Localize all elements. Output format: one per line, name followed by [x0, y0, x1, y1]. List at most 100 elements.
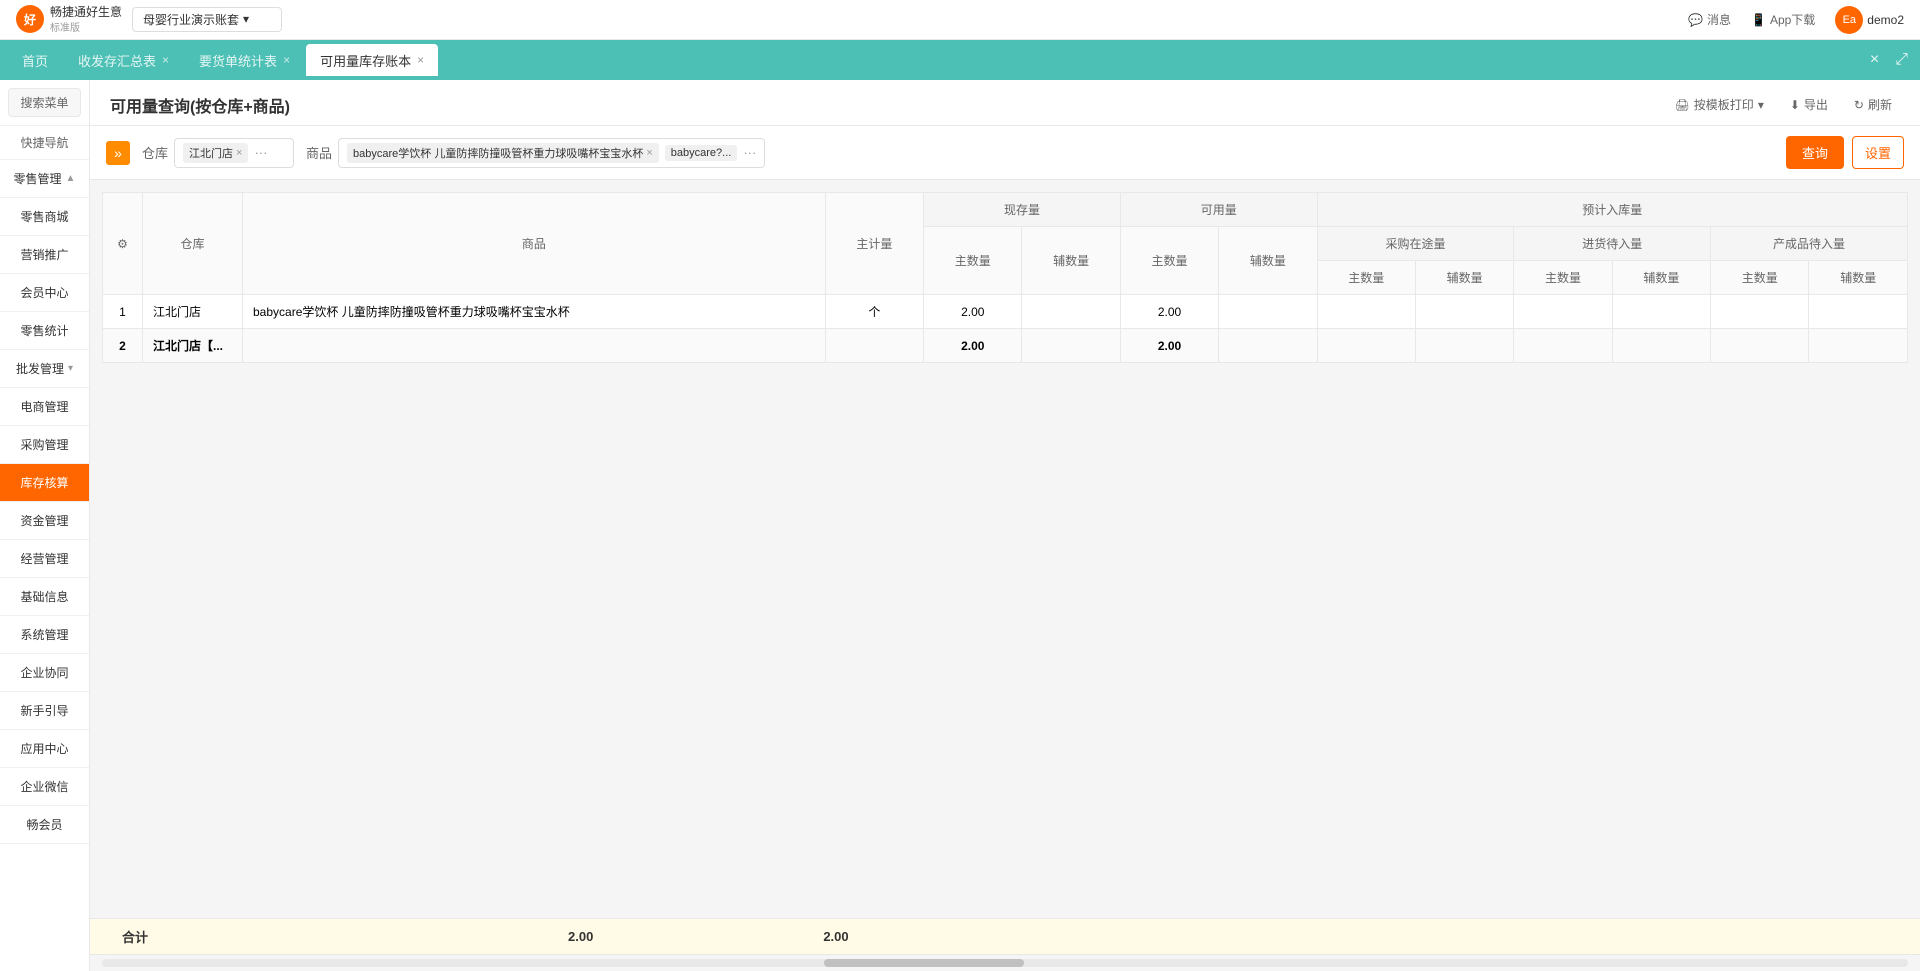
product-tag-value1: babycare学饮杯 儿童防摔防撞吸管杯重力球吸嘴杯宝宝水杯: [353, 145, 643, 161]
product-filter-more[interactable]: ···: [743, 145, 756, 160]
col-production-pending-header: 产成品待入量: [1711, 227, 1908, 261]
warehouse-tag-close[interactable]: ×: [236, 147, 242, 159]
logo-icon: 好: [16, 5, 44, 33]
avatar: Ea: [1835, 6, 1863, 34]
col-planned-inbound-group-header: 预计入库量: [1317, 193, 1907, 227]
sidebar-item-newbie[interactable]: 新手引导: [0, 692, 89, 730]
col-inbound-pending-header: 进货待入量: [1514, 227, 1711, 261]
tab-close-btn[interactable]: ×: [1866, 47, 1883, 73]
filter-actions: 查询 设置: [1786, 136, 1904, 169]
cell-inbound-main-0: [1514, 295, 1612, 329]
warehouse-filter-label: 仓库: [142, 143, 168, 162]
sidebar-item-purchase-label: 采购管理: [20, 436, 68, 453]
cell-inbound-aux-0: [1612, 295, 1710, 329]
col-available-main-qty-header: 主数量: [1120, 227, 1218, 295]
scroll-bar-area: [90, 955, 1920, 971]
sidebar-item-finance[interactable]: 资金管理: [0, 502, 89, 540]
tab-order[interactable]: 要货单统计表 ×: [185, 44, 304, 76]
sidebar-item-basic[interactable]: 基础信息: [0, 578, 89, 616]
col-gear-header[interactable]: ⚙: [103, 193, 143, 295]
message-action[interactable]: 💬 消息: [1688, 11, 1731, 28]
refresh-action[interactable]: ↻ 刷新: [1846, 92, 1900, 117]
sidebar-item-retail-stats[interactable]: 零售统计: [0, 312, 89, 350]
product-tag1-close[interactable]: ×: [646, 147, 652, 159]
sidebar-item-purchase[interactable]: 采购管理: [0, 426, 89, 464]
cell-product-1: [243, 329, 826, 363]
sidebar-item-marketing-label: 营销推广: [20, 246, 68, 263]
logo-text: 畅捷通好生意: [50, 5, 122, 19]
message-icon: 💬: [1688, 13, 1703, 27]
top-bar-right: 💬 消息 📱 App下载 Ea demo2: [1688, 6, 1904, 34]
refresh-icon: ↻: [1854, 98, 1864, 112]
sidebar-search-area: 搜索菜单: [0, 80, 89, 126]
col-available-aux-qty-header: 辅数量: [1219, 227, 1317, 295]
cell-purchase-main-1: [1317, 329, 1415, 363]
warehouse-filter-input[interactable]: 江北门店 × ···: [174, 138, 294, 168]
col-current-aux-qty-header: 辅数量: [1022, 227, 1120, 295]
sidebar-item-wecom[interactable]: 企业微信: [0, 768, 89, 806]
chevron-up-icon: ▲: [66, 173, 76, 184]
sidebar-item-member-label: 会员中心: [20, 284, 68, 301]
search-menu-btn[interactable]: 搜索菜单: [8, 88, 81, 117]
tab-available-close[interactable]: ×: [417, 54, 424, 66]
cell-warehouse-0: 江北门店: [143, 295, 243, 329]
print-label: 按模板打印: [1694, 96, 1754, 113]
query-button[interactable]: 查询: [1786, 136, 1844, 169]
sidebar-item-retail[interactable]: 零售管理 ▲: [0, 160, 89, 198]
col-current-main-qty-header: 主数量: [924, 227, 1022, 295]
message-label: 消息: [1707, 11, 1731, 28]
warehouse-filter-more[interactable]: ···: [254, 145, 267, 160]
sidebar-item-system[interactable]: 系统管理: [0, 616, 89, 654]
tab-expand-btn[interactable]: ⤢: [1891, 47, 1912, 73]
tab-home-label: 首页: [22, 51, 48, 70]
table-row: 2 江北门店【... 2.00 2.00: [103, 329, 1908, 363]
cell-available-main-0: 2.00: [1120, 295, 1218, 329]
export-action[interactable]: ⬇ 导出: [1782, 92, 1836, 117]
sidebar-item-retail-mall[interactable]: 零售商城: [0, 198, 89, 236]
tab-home[interactable]: 首页: [8, 44, 62, 76]
filter-area: » 仓库 江北门店 × ··· 商品 babycare学饮杯 儿童防摔防撞吸管杯…: [90, 126, 1920, 180]
user-area[interactable]: Ea demo2: [1835, 6, 1904, 34]
sidebar-item-enterprise[interactable]: 企业协同: [0, 654, 89, 692]
scroll-bar-track[interactable]: [102, 959, 1908, 967]
export-icon: ⬇: [1790, 98, 1800, 112]
tab-receive-close[interactable]: ×: [162, 54, 169, 66]
data-table: ⚙ 仓库 商品 主计量 现存量 可用量 预计入库量 主数量 辅数量 主数量 辅数…: [102, 192, 1908, 363]
settings-button[interactable]: 设置: [1852, 136, 1904, 169]
app-download-action[interactable]: 📱 App下载: [1751, 11, 1815, 28]
tab-receive[interactable]: 收发存汇总表 ×: [64, 44, 183, 76]
sidebar-item-vip[interactable]: 畅会员: [0, 806, 89, 844]
cell-unit-0: 个: [825, 295, 923, 329]
scroll-bar-thumb[interactable]: [824, 959, 1024, 967]
tab-receive-label: 收发存汇总表: [78, 51, 156, 70]
app-icon: 📱: [1751, 13, 1766, 27]
product-filter-input[interactable]: babycare学饮杯 儿童防摔防撞吸管杯重力球吸嘴杯宝宝水杯 × babyca…: [338, 138, 765, 168]
sidebar-item-operation[interactable]: 经营管理: [0, 540, 89, 578]
page-title: 可用量查询(按仓库+商品): [110, 93, 290, 117]
logo-subtext: 标准版: [50, 19, 122, 34]
table-footer: 合计 2.00 2.00: [90, 918, 1920, 955]
filter-toggle-btn[interactable]: »: [106, 141, 130, 165]
print-action[interactable]: 🖨 按模板打印 ▾: [1667, 92, 1772, 117]
app-download-label: App下载: [1770, 11, 1815, 28]
cell-purchase-main-0: [1317, 295, 1415, 329]
sidebar-item-member[interactable]: 会员中心: [0, 274, 89, 312]
sidebar-item-marketing[interactable]: 营销推广: [0, 236, 89, 274]
warehouse-tag-value: 江北门店: [189, 145, 233, 161]
warehouse-filter-group: 仓库 江北门店 × ···: [142, 138, 294, 168]
tab-available[interactable]: 可用量库存账本 ×: [306, 44, 438, 76]
sidebar-item-wholesale[interactable]: 批发管理 ▾: [0, 350, 89, 388]
cell-seq-1: 2: [103, 329, 143, 363]
product-filter-label: 商品: [306, 143, 332, 162]
sidebar-item-inventory[interactable]: 库存核算: [0, 464, 89, 502]
cell-production-aux-1: [1809, 329, 1908, 363]
tab-order-close[interactable]: ×: [283, 54, 290, 66]
col-warehouse-header: 仓库: [143, 193, 243, 295]
avatar-text: Ea: [1843, 14, 1856, 26]
cell-available-aux-1: [1219, 329, 1317, 363]
footer-available-total: 2.00: [823, 929, 848, 944]
sidebar-item-appstore[interactable]: 应用中心: [0, 730, 89, 768]
sidebar-quick-nav[interactable]: 快捷导航: [0, 126, 89, 160]
sidebar-item-ecommerce[interactable]: 电商管理: [0, 388, 89, 426]
industry-selector[interactable]: 母婴行业演示账套 ▾: [132, 7, 282, 32]
